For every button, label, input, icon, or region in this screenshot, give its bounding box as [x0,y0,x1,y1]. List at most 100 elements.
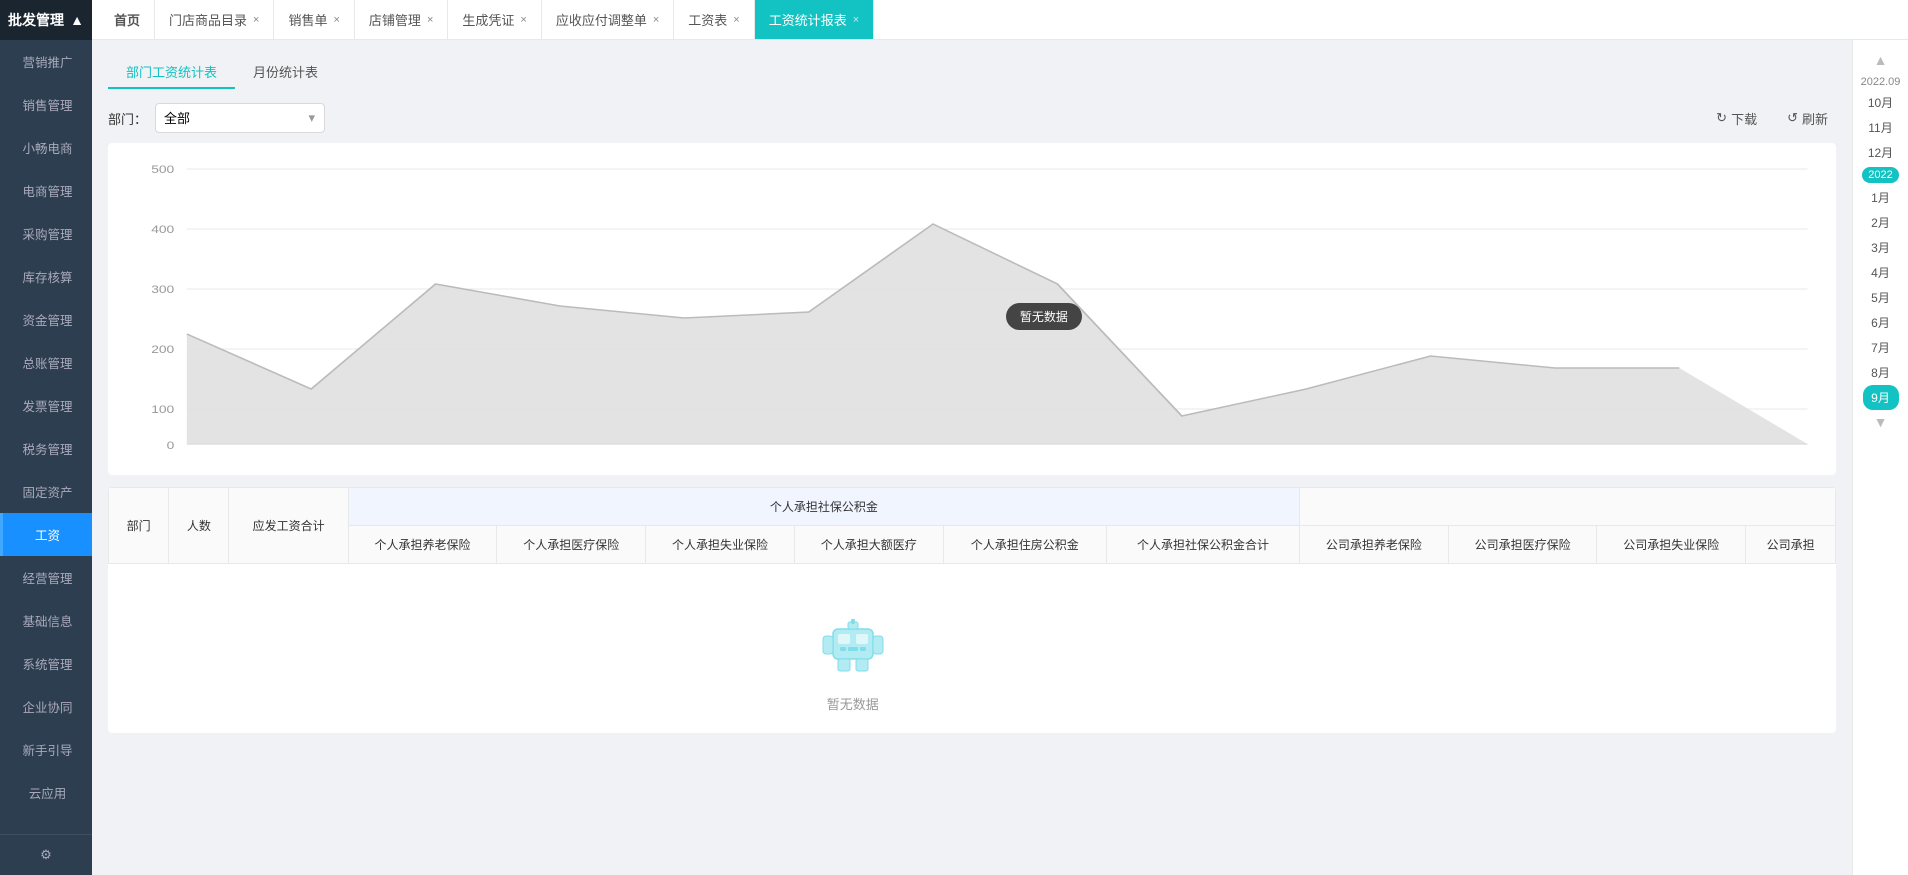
timeline-month-9月[interactable]: 9月 [1863,385,1899,410]
tab-店铺管理[interactable]: 店铺管理× [355,0,448,40]
sidebar-item-工资[interactable]: 工资 [0,513,92,556]
table-container: 部门 人数 应发工资合计 个人承担社保公积金 个人承担养老保险 个人承担医疗保险… [108,487,1836,733]
tab-bar: 首页门店商品目录×销售单×店铺管理×生成凭证×应收应付调整单×工资表×工资统计报… [92,0,1908,40]
svg-text:0: 0 [167,439,175,451]
timeline-month-3月[interactable]: 3月 [1853,235,1908,260]
chart-tooltip: 暂无数据 [1006,303,1082,330]
tab-工资统计报表[interactable]: 工资统计报表× [755,0,874,40]
sidebar-item-新手引导[interactable]: 新手引导 [0,728,92,771]
tab-工资表[interactable]: 工资表× [674,0,754,40]
empty-state-cell: 暂无数据 [109,564,1597,734]
sidebar-item-固定资产[interactable]: 固定资产 [0,470,92,513]
tab-close-门店商品目录[interactable]: × [253,14,259,26]
chart-area-svg: 500 400 300 200 100 0 [124,159,1820,459]
col-personal-insurance-group: 个人承担社保公积金 [348,488,1299,526]
timeline-month-2月[interactable]: 2月 [1853,210,1908,235]
sidebar-item-小畅电商[interactable]: 小畅电商 [0,126,92,169]
sidebar-item-企业协同[interactable]: 企业协同 [0,685,92,728]
timeline-month-7月[interactable]: 7月 [1853,335,1908,360]
sidebar-item-税务管理[interactable]: 税务管理 [0,427,92,470]
sidebar-footer[interactable]: ⚙ [0,834,92,875]
timeline-up-arrow[interactable]: ▲ [1870,48,1892,72]
sidebar-item-基础信息[interactable]: 基础信息 [0,599,92,642]
chart-container: 500 400 300 200 100 0 [108,143,1836,475]
timeline-month-1月[interactable]: 1月 [1853,185,1908,210]
col-company-medical: 公司承担医疗保险 [1448,526,1597,564]
col-personal-total: 个人承担社保公积金合计 [1107,526,1300,564]
refresh-button[interactable]: ↺ 刷新 [1779,105,1836,132]
timeline-month-8月[interactable]: 8月 [1853,360,1908,385]
timeline-year-label[interactable]: 2022.09 [1861,76,1901,88]
tab-close-工资统计报表[interactable]: × [853,14,859,26]
download-icon: ↻ [1716,110,1727,126]
sub-tabs: 部门工资统计表月份统计表 [108,56,1836,89]
tab-close-工资表[interactable]: × [733,14,739,26]
timeline-month-10月[interactable]: 10月 [1853,90,1908,115]
col-personal-pension: 个人承担养老保险 [348,526,497,564]
sidebar-item-发票管理[interactable]: 发票管理 [0,384,92,427]
tab-生成凭证[interactable]: 生成凭证× [448,0,541,40]
sidebar-item-电商管理[interactable]: 电商管理 [0,169,92,212]
timeline-month-4月[interactable]: 4月 [1853,260,1908,285]
timeline-month-6月[interactable]: 6月 [1853,310,1908,335]
sub-tab-部门工资统计表[interactable]: 部门工资统计表 [108,56,235,89]
page-content: 部门工资统计表月份统计表 部门： 全部 ↻ 下载 [92,40,1852,875]
tab-销售单[interactable]: 销售单× [274,0,354,40]
col-company-pension: 公司承担养老保险 [1300,526,1449,564]
refresh-label: 刷新 [1802,109,1828,128]
sidebar-item-销售管理[interactable]: 销售管理 [0,83,92,126]
col-company-insurance-group [1300,488,1836,526]
empty-robot-icon [813,604,893,684]
svg-text:300: 300 [151,283,174,295]
sidebar-item-经营管理[interactable]: 经营管理 [0,556,92,599]
download-button[interactable]: ↻ 下载 [1708,105,1765,132]
timeline-month-12月[interactable]: 12月 [1853,140,1908,165]
empty-text: 暂无数据 [827,697,879,712]
empty-state: 暂无数据 [109,564,1597,733]
sidebar-collapse-icon[interactable]: ▲ [70,12,84,28]
sidebar-item-总账管理[interactable]: 总账管理 [0,341,92,384]
content-area: 部门工资统计表月份统计表 部门： 全部 ↻ 下载 [92,40,1908,875]
sidebar-item-营销推广[interactable]: 营销推广 [0,40,92,83]
tab-应收应付调整单[interactable]: 应收应付调整单× [542,0,674,40]
col-dept: 部门 [109,488,169,564]
refresh-icon: ↺ [1787,110,1798,126]
tab-close-店铺管理[interactable]: × [427,14,433,26]
col-personal-housing: 个人承担住房公积金 [943,526,1106,564]
toolbar-right: ↻ 下载 ↺ 刷新 [1708,105,1836,132]
sidebar-title: 批发管理 [8,10,64,30]
tab-门店商品目录[interactable]: 门店商品目录× [155,0,274,40]
toolbar: 部门： 全部 ↻ 下载 ↺ 刷新 [108,103,1836,133]
tab-close-应收应付调整单[interactable]: × [653,14,659,26]
sidebar-items: 营销推广销售管理小畅电商电商管理采购管理库存核算资金管理总账管理发票管理税务管理… [0,40,92,834]
col-salary: 应发工资合计 [229,488,348,564]
tab-首页[interactable]: 首页 [100,0,155,40]
col-personal-unemployment: 个人承担失业保险 [646,526,795,564]
dept-label: 部门： [108,109,147,128]
main-area: 首页门店商品目录×销售单×店铺管理×生成凭证×应收应付调整单×工资表×工资统计报… [92,0,1908,875]
timeline-down-arrow[interactable]: ▼ [1870,410,1892,434]
col-people: 人数 [169,488,229,564]
timeline-year-2022[interactable]: 2022 [1862,167,1898,183]
sidebar-item-资金管理[interactable]: 资金管理 [0,298,92,341]
dept-select-wrapper: 全部 [155,103,325,133]
timeline-month-5月[interactable]: 5月 [1853,285,1908,310]
tab-close-销售单[interactable]: × [333,14,339,26]
data-table: 部门 人数 应发工资合计 个人承担社保公积金 个人承担养老保险 个人承担医疗保险… [108,487,1836,733]
sidebar-item-系统管理[interactable]: 系统管理 [0,642,92,685]
col-personal-medical: 个人承担医疗保险 [497,526,646,564]
col-personal-major-medical: 个人承担大额医疗 [794,526,943,564]
dept-filter: 部门： 全部 [108,103,325,133]
dept-select[interactable]: 全部 [155,103,325,133]
sidebar: 批发管理 ▲ 营销推广销售管理小畅电商电商管理采购管理库存核算资金管理总账管理发… [0,0,92,875]
timeline-panel: ▲ 2022.09 10月11月12月 2022 1月2月3月4月5月6月7月8月9月▼ [1852,40,1908,875]
download-label: 下载 [1731,109,1757,128]
sidebar-header[interactable]: 批发管理 ▲ [0,0,92,40]
col-company-other: 公司承担 [1746,526,1836,564]
sidebar-item-采购管理[interactable]: 采购管理 [0,212,92,255]
sub-tab-月份统计表[interactable]: 月份统计表 [235,56,336,89]
timeline-month-11月[interactable]: 11月 [1853,115,1908,140]
sidebar-item-云应用[interactable]: 云应用 [0,771,92,814]
tab-close-生成凭证[interactable]: × [520,14,526,26]
sidebar-item-库存核算[interactable]: 库存核算 [0,255,92,298]
